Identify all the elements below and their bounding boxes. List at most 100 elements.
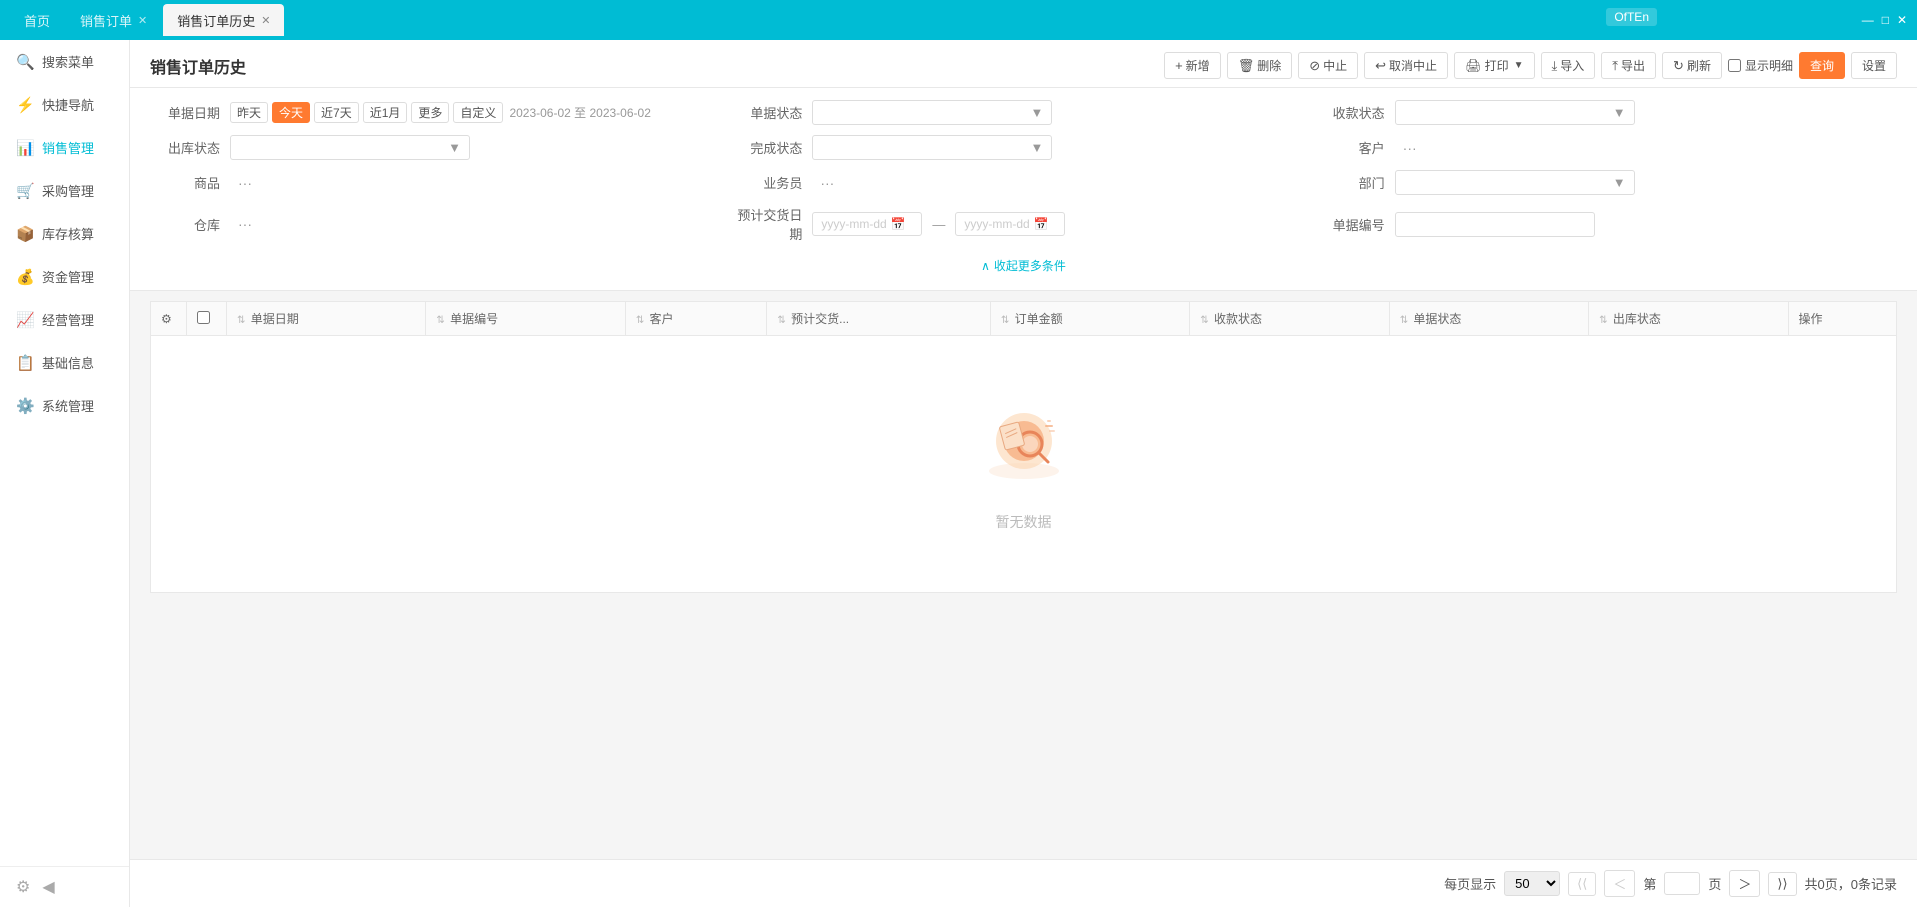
tab-close-sales-order[interactable]: ✕ [138,14,147,27]
sort-delivery-icon: ⇅ [777,315,785,326]
current-page-input[interactable]: 1 [1664,872,1700,895]
base-info-icon: 📋 [16,354,34,372]
customer-picker[interactable]: ··· [1395,138,1425,158]
sidebar-item-inventory[interactable]: 📦 库存核算 [0,212,129,255]
date-1month[interactable]: 近1月 [363,102,408,123]
collapse-button[interactable]: ∧ 收起更多条件 [981,253,1066,278]
footer-pagination: 每页显示 20 50 100 ⟨⟨ ＜ 第 1 页 ＞ ⟩⟩ 共0页，0条记录 [130,859,1917,907]
col-action: 操作 [1788,302,1897,336]
sidebar-item-search[interactable]: 🔍 搜索菜单 [0,40,129,83]
dept-dropdown-icon: ▼ [1613,175,1626,190]
warehouse-picker[interactable]: ··· [230,214,260,234]
complete-status-dropdown-icon: ▼ [1030,140,1043,155]
sidebar-settings-icon[interactable]: ⚙ [16,877,30,897]
payment-status-filter: ▼ [1395,100,1897,125]
content-area: 销售订单历史 + 新增 🗑 删除 ⊘ 中止 ↩ 取消中止 [130,40,1917,907]
col-date[interactable]: ⇅ 单据日期 [227,302,426,336]
select-all-checkbox[interactable] [197,311,210,324]
col-amount[interactable]: ⇅ 订单金额 [990,302,1189,336]
window-close[interactable]: ✕ [1897,13,1907,27]
complete-status-select[interactable]: ▼ [812,135,1052,160]
last-page-button[interactable]: ⟩⟩ [1768,872,1796,896]
sidebar-item-base-info[interactable]: 📋 基础信息 [0,341,129,384]
expected-delivery-label: 预计交货日期 [732,205,812,243]
bill-no-input[interactable] [1395,212,1595,237]
salesperson-label: 业务员 [732,173,812,192]
tab-sales-order[interactable]: 销售订单 ✕ [66,4,161,36]
delivery-status-select[interactable]: ▼ [230,135,470,160]
col-customer[interactable]: ⇅ 客户 [625,302,767,336]
show-detail-checkbox[interactable] [1728,59,1741,72]
bill-status-filter: ▼ [812,100,1314,125]
sidebar-item-operations[interactable]: 📈 经营管理 [0,298,129,341]
sidebar-item-system[interactable]: ⚙️ 系统管理 [0,384,129,427]
col-delivery-status[interactable]: ⇅ 出库状态 [1589,302,1788,336]
delete-icon: 🗑 [1238,58,1255,74]
system-icon: ⚙️ [16,397,34,415]
bill-no-label: 单据编号 [1315,215,1395,234]
table-area: ⚙ ⇅ 单据日期 ⇅ 单据编号 [130,291,1917,859]
delivery-date-from[interactable]: yyyy-mm-dd 📅 [812,212,922,236]
sidebar-item-sales[interactable]: 📊 销售管理 [0,126,129,169]
show-detail-checkbox-label[interactable]: 显示明细 [1728,57,1793,74]
print-icon: 🖨 [1465,58,1482,74]
data-table: ⚙ ⇅ 单据日期 ⇅ 单据编号 [150,301,1897,593]
col-bill-no[interactable]: ⇅ 单据编号 [426,302,625,336]
sidebar-item-purchase[interactable]: 🛒 采购管理 [0,169,129,212]
page-title: 销售订单历史 [150,54,246,78]
tab-sales-order-history[interactable]: 销售订单历史 ✕ [163,4,284,36]
date-filter-input: 昨天 今天 近7天 近1月 更多 自定义 2023-06-02 至 2023-0… [230,102,732,123]
inventory-icon: 📦 [16,225,34,243]
col-bill-status[interactable]: ⇅ 单据状态 [1389,302,1588,336]
refresh-button[interactable]: ↻ 刷新 [1662,52,1722,79]
prev-page-button[interactable]: ＜ [1604,870,1635,897]
page-size-select[interactable]: 20 50 100 [1504,871,1560,896]
dept-label: 部门 [1315,173,1395,192]
sidebar-bottom: ⚙ ◀ [0,866,129,907]
filter-row-4: 仓库 ··· 预计交货日期 yyyy-mm-dd 📅 — yyyy-mm-dd … [150,205,1897,243]
first-page-button[interactable]: ⟨⟨ [1568,872,1596,896]
salesperson-picker[interactable]: ··· [812,173,842,193]
window-maximize[interactable]: □ [1882,13,1889,27]
next-page-button[interactable]: ＞ [1729,870,1760,897]
date-custom[interactable]: 自定义 [453,102,503,123]
often-badge: OfTEn [1606,8,1657,26]
empty-text: 暂无数据 [996,512,1052,532]
tab-close-history[interactable]: ✕ [261,14,270,27]
product-picker[interactable]: ··· [230,173,260,193]
import-button[interactable]: ⤓ 导入 [1541,52,1596,79]
date-7days[interactable]: 近7天 [314,102,359,123]
settings-gear-icon[interactable]: ⚙ [161,312,172,326]
product-label: 商品 [150,173,230,192]
date-yesterday[interactable]: 昨天 [230,102,268,123]
dept-select[interactable]: ▼ [1395,170,1635,195]
finance-icon: 💰 [16,268,34,286]
date-more[interactable]: 更多 [411,102,449,123]
window-minimize[interactable]: — [1862,13,1874,27]
stop-button[interactable]: ⊘ 中止 [1298,52,1358,79]
sidebar-collapse-icon[interactable]: ◀ [42,877,54,897]
operations-icon: 📈 [16,311,34,329]
calendar-icon-from: 📅 [891,217,906,231]
delete-button[interactable]: 🗑 删除 [1227,52,1293,79]
col-delivery[interactable]: ⇅ 预计交货... [767,302,991,336]
col-payment-status[interactable]: ⇅ 收款状态 [1190,302,1389,336]
toolbar: + 新增 🗑 删除 ⊘ 中止 ↩ 取消中止 🖨 打印 [1164,52,1897,79]
cancel-stop-button[interactable]: ↩ 取消中止 [1364,52,1448,79]
sidebar-item-finance[interactable]: 💰 资金管理 [0,255,129,298]
product-filter: ··· [230,173,732,193]
sort-billno-icon: ⇅ [436,315,444,326]
payment-status-select[interactable]: ▼ [1395,100,1635,125]
sidebar-item-quicknav[interactable]: ⚡ 快捷导航 [0,83,129,126]
sort-customer-icon: ⇅ [636,315,644,326]
add-button[interactable]: + 新增 [1164,52,1221,79]
delivery-date-to[interactable]: yyyy-mm-dd 📅 [955,212,1065,236]
query-button[interactable]: 查询 [1799,52,1845,79]
print-button[interactable]: 🖨 打印 ▼ [1454,52,1534,79]
tab-home[interactable]: 首页 [10,4,64,36]
date-today[interactable]: 今天 [272,102,310,123]
bill-status-select[interactable]: ▼ [812,100,1052,125]
table-settings-col[interactable]: ⚙ [151,302,187,336]
export-button[interactable]: ⤒ 导出 [1601,52,1656,79]
settings-button[interactable]: 设置 [1851,52,1897,79]
